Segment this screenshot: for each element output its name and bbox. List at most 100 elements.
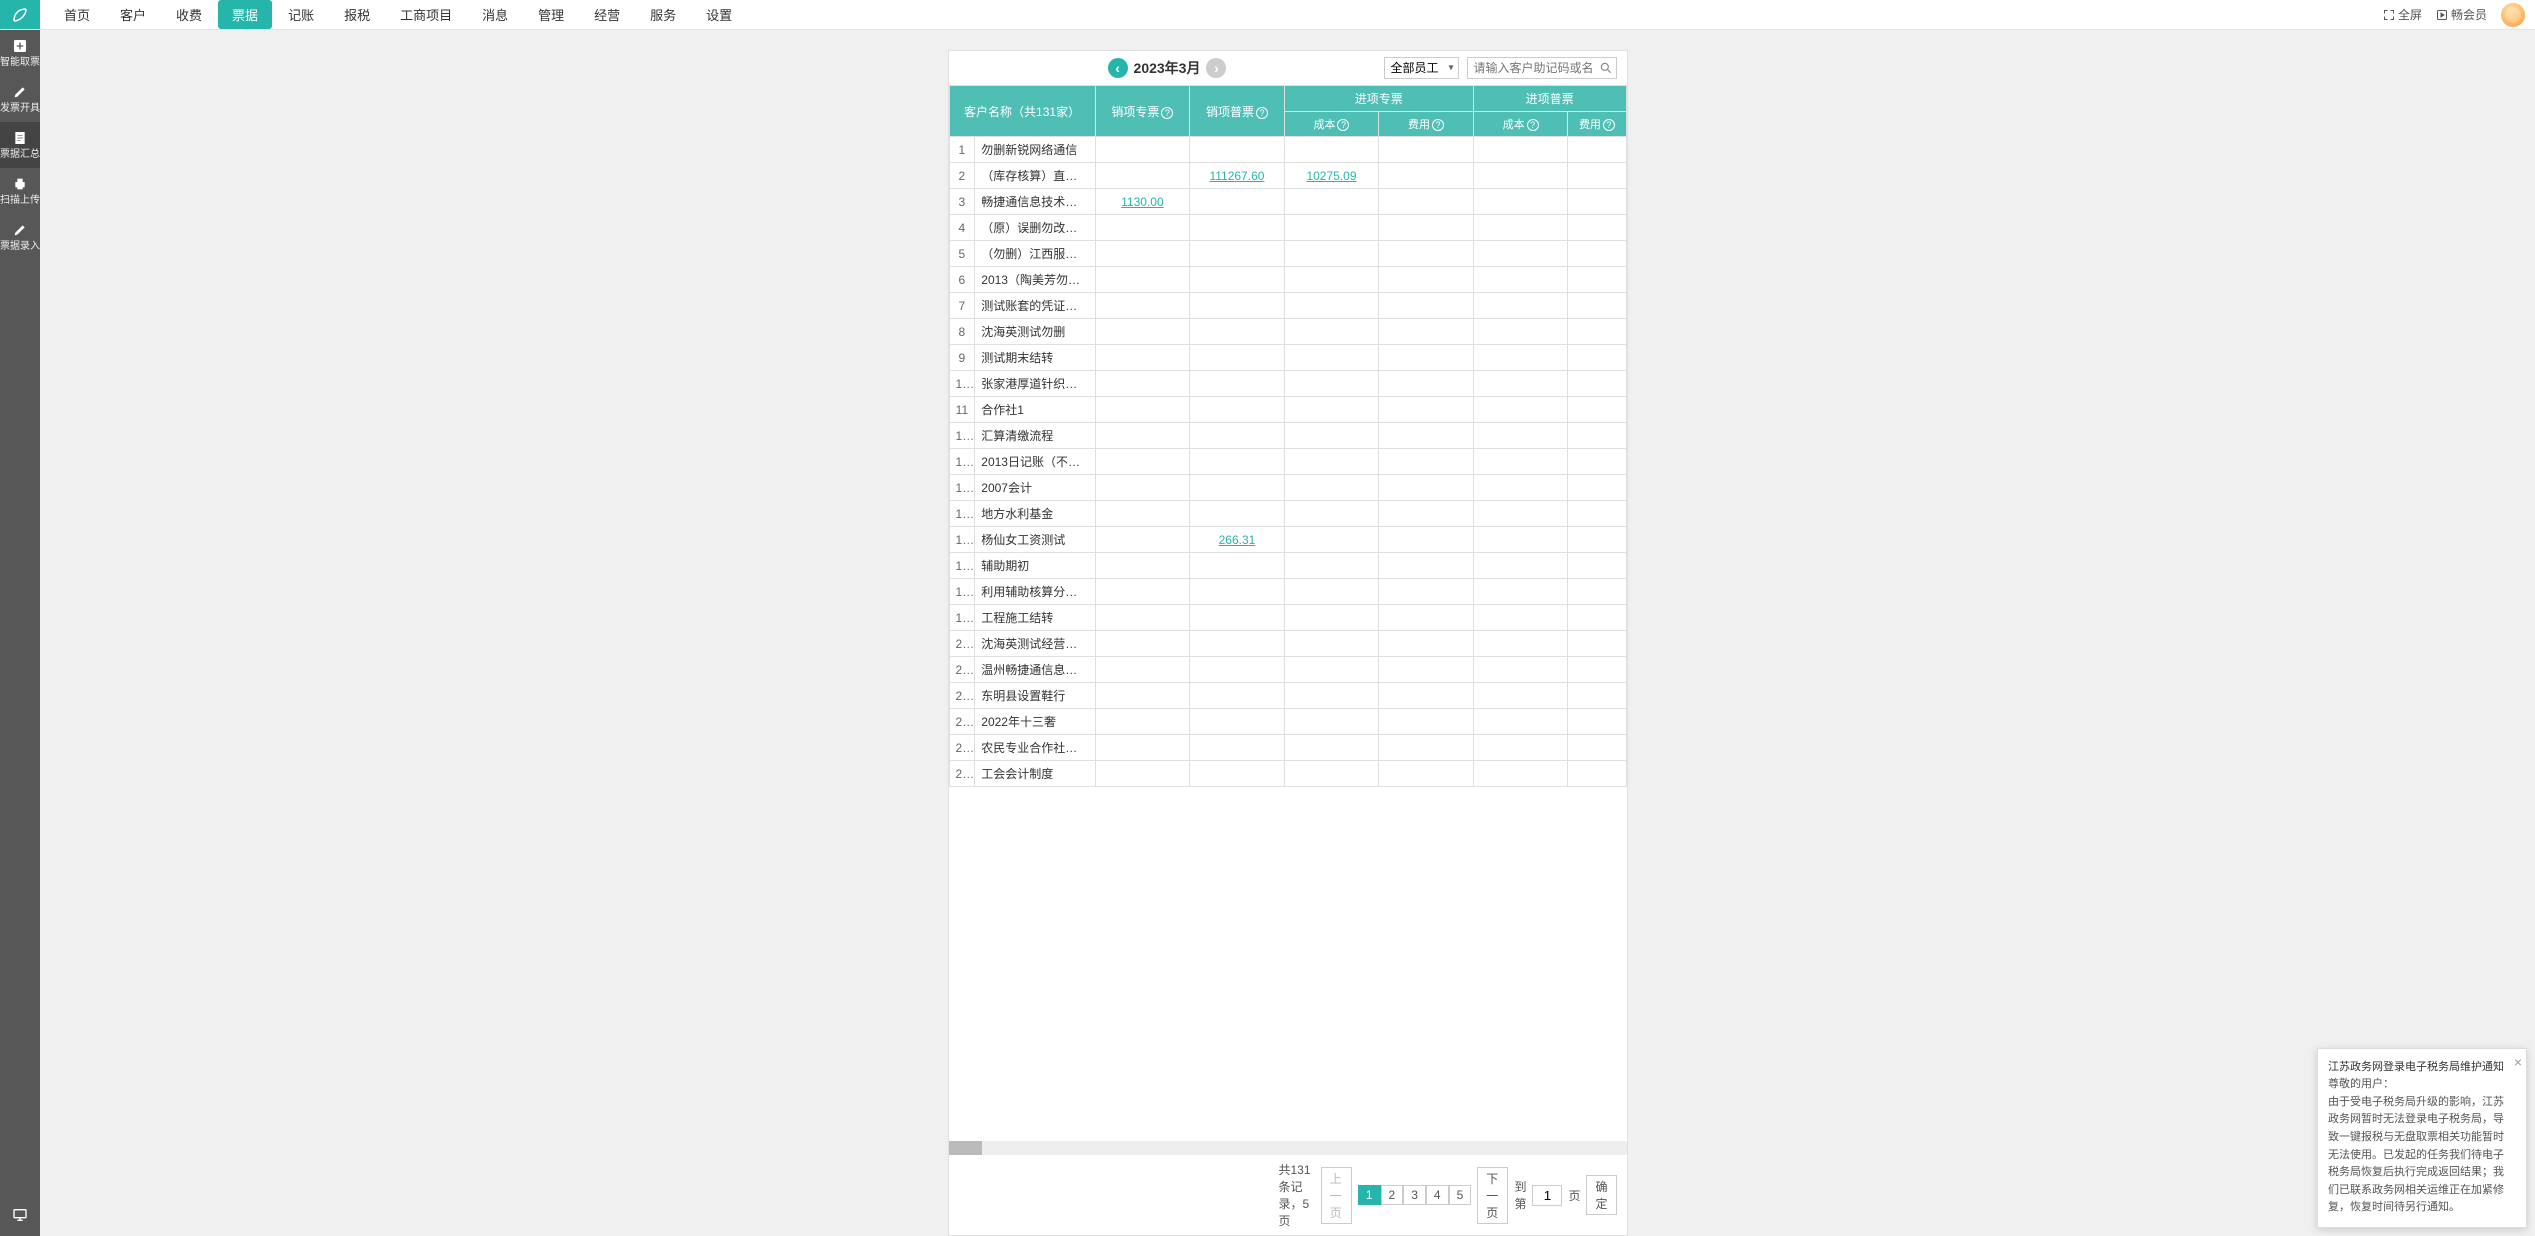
- table-row[interactable]: 7测试账套的凭证打印的时候...: [949, 293, 1626, 319]
- customer-name[interactable]: 工会会计制度: [975, 761, 1095, 787]
- table-row[interactable]: 5（勿删）江西服宝-LSS: [949, 241, 1626, 267]
- table-row[interactable]: 11合作社1: [949, 397, 1626, 423]
- customer-name[interactable]: 2022年十三奢: [975, 709, 1095, 735]
- sidebar-item[interactable]: 智能取票: [0, 30, 40, 76]
- topnav-item[interactable]: 消息: [468, 0, 522, 29]
- search-icon[interactable]: [1599, 61, 1613, 75]
- customer-name[interactable]: 畅捷通信息技术股份有限公...: [975, 189, 1095, 215]
- search-input[interactable]: [1467, 57, 1617, 79]
- help-icon[interactable]: ?: [1161, 107, 1173, 119]
- customer-name[interactable]: （勿删）江西服宝-LSS: [975, 241, 1095, 267]
- customer-name[interactable]: 测试期末结转: [975, 345, 1095, 371]
- topnav-item[interactable]: 票据: [218, 0, 272, 29]
- customer-name[interactable]: 温州畅捷通信息服务有限...: [975, 657, 1095, 683]
- table-row[interactable]: 3畅捷通信息技术股份有限公...1130.00: [949, 189, 1626, 215]
- customer-name[interactable]: 测试账套的凭证打印的时候...: [975, 293, 1095, 319]
- employee-select[interactable]: 全部员工: [1384, 57, 1459, 79]
- table-row[interactable]: 21温州畅捷通信息服务有限...: [949, 657, 1626, 683]
- table-row[interactable]: 12汇算清缴流程: [949, 423, 1626, 449]
- table-row[interactable]: 8沈海英测试勿删: [949, 319, 1626, 345]
- topnav-item[interactable]: 报税: [330, 0, 384, 29]
- sidebar-item[interactable]: 发票开具: [0, 76, 40, 122]
- customer-name[interactable]: 汇算清缴流程: [975, 423, 1095, 449]
- table-row[interactable]: 22东明县设置鞋行: [949, 683, 1626, 709]
- customer-name[interactable]: （库存核算）直播畅捷通信...: [975, 163, 1095, 189]
- pager-goto-input[interactable]: [1532, 1185, 1562, 1206]
- table-row[interactable]: 9测试期末结转: [949, 345, 1626, 371]
- pager-next-button[interactable]: 下一页: [1477, 1167, 1508, 1224]
- page-number[interactable]: 2: [1381, 1185, 1404, 1205]
- customer-name[interactable]: 合作社1: [975, 397, 1095, 423]
- customer-name[interactable]: 地方水利基金: [975, 501, 1095, 527]
- customer-name[interactable]: 农民专业合作社会计制度: [975, 735, 1095, 761]
- table-row[interactable]: 19工程施工结转: [949, 605, 1626, 631]
- customer-name[interactable]: 张家港厚道针织品有限公...: [975, 371, 1095, 397]
- topnav-item[interactable]: 客户: [106, 0, 160, 29]
- page-number[interactable]: 3: [1403, 1185, 1426, 1205]
- help-icon[interactable]: ?: [1256, 107, 1268, 119]
- table-row[interactable]: 20沈海英测试经营勿删: [949, 631, 1626, 657]
- topnav-item[interactable]: 工商项目: [386, 0, 466, 29]
- customer-name[interactable]: 沈海英测试勿删: [975, 319, 1095, 345]
- page-number[interactable]: 4: [1426, 1185, 1449, 1205]
- table-row[interactable]: 1勿删新锐网络通信: [949, 137, 1626, 163]
- topnav-item[interactable]: 首页: [50, 0, 104, 29]
- cell-sales-special: [1095, 683, 1190, 709]
- close-icon[interactable]: ×: [2514, 1051, 2522, 1073]
- topnav-item[interactable]: 经营: [580, 0, 634, 29]
- avatar[interactable]: [2501, 3, 2525, 27]
- table-row[interactable]: 232022年十三奢: [949, 709, 1626, 735]
- table-row[interactable]: 62013（陶美芳勿删）: [949, 267, 1626, 293]
- table-row[interactable]: 25工会会计制度: [949, 761, 1626, 787]
- customer-name[interactable]: 辅助期初: [975, 553, 1095, 579]
- table-row[interactable]: 132013日记账（不要删除哈...: [949, 449, 1626, 475]
- customer-name[interactable]: 2013日记账（不要删除哈...: [975, 449, 1095, 475]
- table-row[interactable]: 17辅助期初: [949, 553, 1626, 579]
- sidebar-bottom-icon[interactable]: [0, 1197, 40, 1236]
- topnav-item[interactable]: 记账: [274, 0, 328, 29]
- page-number[interactable]: 5: [1449, 1185, 1472, 1205]
- table-row[interactable]: 4（原）误删勿改李艳芬测试账...: [949, 215, 1626, 241]
- cell-sales-general[interactable]: 266.31: [1190, 527, 1285, 553]
- customer-name[interactable]: 东明县设置鞋行: [975, 683, 1095, 709]
- customer-name[interactable]: 工程施工结转: [975, 605, 1095, 631]
- row-index: 11: [949, 397, 975, 423]
- table-row[interactable]: 24农民专业合作社会计制度: [949, 735, 1626, 761]
- sidebar-item[interactable]: 票据录入: [0, 214, 40, 260]
- help-icon[interactable]: ?: [1337, 119, 1349, 131]
- help-icon[interactable]: ?: [1603, 119, 1615, 131]
- topnav-item[interactable]: 设置: [692, 0, 746, 29]
- cell-sales-special[interactable]: 1130.00: [1095, 189, 1190, 215]
- customer-name[interactable]: 沈海英测试经营勿删: [975, 631, 1095, 657]
- topnav-item[interactable]: 收费: [162, 0, 216, 29]
- help-icon[interactable]: ?: [1432, 119, 1444, 131]
- customer-name[interactable]: 杨仙女工资测试: [975, 527, 1095, 553]
- sidebar-item[interactable]: 票据汇总: [0, 122, 40, 168]
- cell-purchase-special-cost[interactable]: 10275.09: [1284, 163, 1379, 189]
- page-number[interactable]: 1: [1358, 1185, 1381, 1205]
- topnav-item[interactable]: 管理: [524, 0, 578, 29]
- customer-name[interactable]: 勿删新锐网络通信: [975, 137, 1095, 163]
- customer-name[interactable]: 2013（陶美芳勿删）: [975, 267, 1095, 293]
- table-row[interactable]: 16杨仙女工资测试266.31: [949, 527, 1626, 553]
- table-row[interactable]: 10张家港厚道针织品有限公...: [949, 371, 1626, 397]
- date-next-button[interactable]: ›: [1206, 58, 1226, 78]
- table-row[interactable]: 18利用辅助核算分析每种商...: [949, 579, 1626, 605]
- horizontal-scrollbar[interactable]: [949, 1141, 1627, 1155]
- member-button[interactable]: 畅会员: [2436, 6, 2487, 23]
- sidebar-item[interactable]: 扫描上传: [0, 168, 40, 214]
- fullscreen-button[interactable]: 全屏: [2383, 6, 2422, 23]
- table-row[interactable]: 2（库存核算）直播畅捷通信...111267.6010275.09: [949, 163, 1626, 189]
- topnav-item[interactable]: 服务: [636, 0, 690, 29]
- table-row[interactable]: 142007会计: [949, 475, 1626, 501]
- help-icon[interactable]: ?: [1527, 119, 1539, 131]
- date-prev-button[interactable]: ‹: [1108, 58, 1128, 78]
- table-row[interactable]: 15地方水利基金: [949, 501, 1626, 527]
- logo[interactable]: [0, 0, 40, 29]
- customer-name[interactable]: 2007会计: [975, 475, 1095, 501]
- cell-sales-general[interactable]: 111267.60: [1190, 163, 1285, 189]
- pager-prev-button[interactable]: 上一页: [1321, 1167, 1352, 1224]
- customer-name[interactable]: 利用辅助核算分析每种商...: [975, 579, 1095, 605]
- customer-name[interactable]: （原）误删勿改李艳芬测试账...: [975, 215, 1095, 241]
- pager-confirm-button[interactable]: 确定: [1586, 1175, 1616, 1215]
